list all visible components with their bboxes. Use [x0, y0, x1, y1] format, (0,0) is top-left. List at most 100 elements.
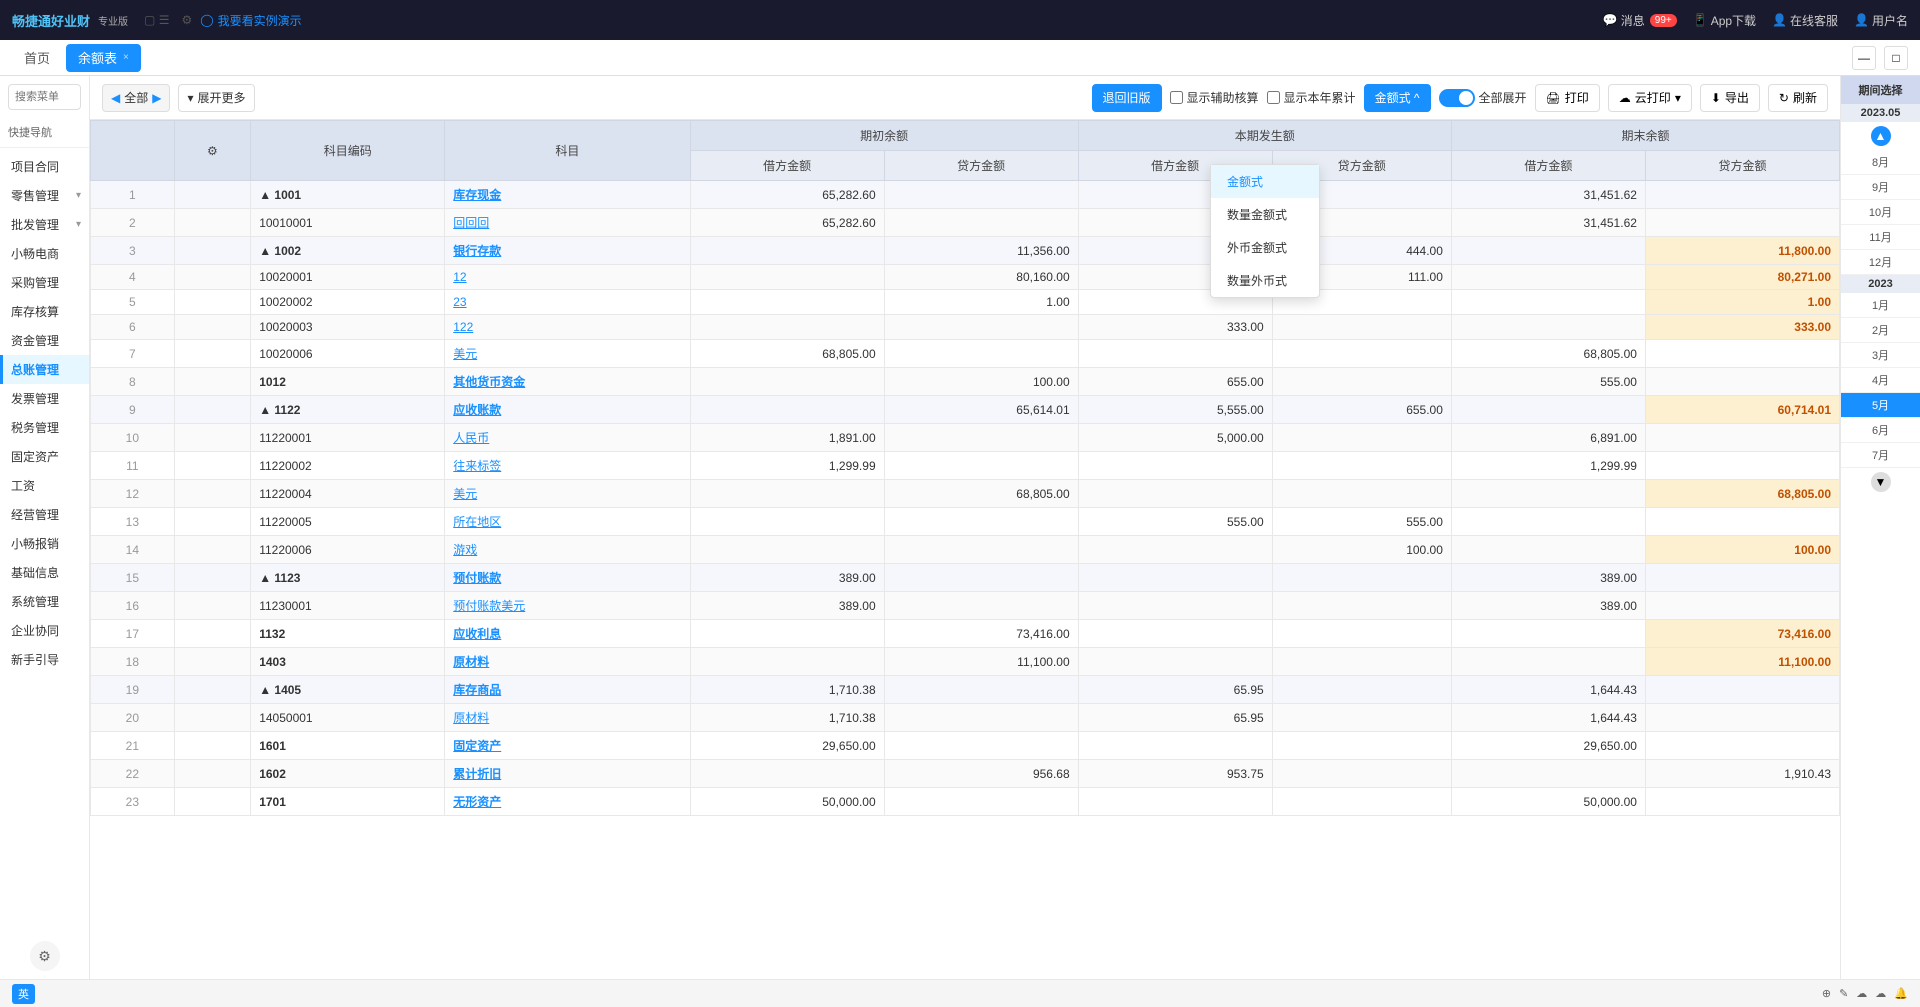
period-4[interactable]: 4月 — [1841, 368, 1920, 393]
account-name[interactable]: 银行存款 — [445, 237, 690, 265]
sidebar-item-tax[interactable]: 税务管理 — [0, 413, 89, 442]
sidebar-item-collab[interactable]: 企业协同 — [0, 616, 89, 645]
period-3[interactable]: 3月 — [1841, 343, 1920, 368]
status-cloud-icon[interactable]: ☁ — [1856, 987, 1867, 1000]
period-12[interactable]: 12月 — [1841, 250, 1920, 275]
account-code[interactable]: 1701 — [251, 788, 445, 816]
show-aux-checkbox[interactable]: 显示辅助核算 — [1170, 89, 1259, 106]
account-name[interactable]: 所在地区 — [445, 508, 690, 536]
demo-link[interactable]: ◯ 我要看实例演示 — [200, 12, 301, 29]
ytd-checkbox-input[interactable] — [1267, 91, 1280, 104]
account-code[interactable]: 11230001 — [251, 592, 445, 620]
account-name[interactable]: 预付账款美元 — [445, 592, 690, 620]
account-name[interactable]: 122 — [445, 315, 690, 340]
account-code[interactable]: 1403 — [251, 648, 445, 676]
account-name[interactable]: 12 — [445, 265, 690, 290]
account-name[interactable]: 23 — [445, 290, 690, 315]
account-name[interactable]: 人民币 — [445, 424, 690, 452]
sidebar-item-expense[interactable]: 小畅报销 — [0, 529, 89, 558]
all-filter-btn[interactable]: ◀ 全部 ▶ — [102, 84, 170, 112]
status-add-icon[interactable]: ⊕ — [1822, 987, 1831, 1000]
period-1[interactable]: 1月 — [1841, 293, 1920, 318]
settings-icon[interactable]: ⚙ — [181, 13, 192, 27]
status-bell-icon[interactable]: 🔔 — [1894, 987, 1908, 1000]
dropdown-item-amount[interactable]: 金额式 — [1211, 165, 1319, 198]
account-name[interactable]: 其他货币资金 — [445, 368, 690, 396]
status-cloud2-icon[interactable]: ☁ — [1875, 987, 1886, 1000]
account-code[interactable]: 1012 — [251, 368, 445, 396]
online-service-btn[interactable]: 👤 在线客服 — [1772, 12, 1838, 29]
period-8[interactable]: 8月 — [1841, 150, 1920, 175]
print-btn[interactable]: 🖨 打印 — [1535, 84, 1600, 112]
account-code[interactable]: 10020006 — [251, 340, 445, 368]
show-ytd-checkbox[interactable]: 显示本年累计 — [1267, 89, 1356, 106]
export-btn[interactable]: ⬇ 导出 — [1700, 84, 1760, 112]
period-6[interactable]: 6月 — [1841, 418, 1920, 443]
account-code[interactable]: 10010001 — [251, 209, 445, 237]
period-down-btn[interactable]: ▼ — [1871, 472, 1891, 492]
account-code[interactable]: 14050001 — [251, 704, 445, 732]
dropdown-item-qty-amount[interactable]: 数量金额式 — [1211, 198, 1319, 231]
sidebar-item-guide[interactable]: 新手引导 — [0, 645, 89, 674]
account-code[interactable]: 1132 — [251, 620, 445, 648]
account-code[interactable]: 11220004 — [251, 480, 445, 508]
account-name[interactable]: 美元 — [445, 480, 690, 508]
sidebar-item-inventory[interactable]: 库存核算 — [0, 297, 89, 326]
refresh-btn[interactable]: ↻ 刷新 — [1768, 84, 1828, 112]
sidebar-gear-icon[interactable]: ⚙ — [30, 941, 60, 971]
app-download-btn[interactable]: 📱 App下载 — [1693, 12, 1756, 29]
account-name[interactable]: 游戏 — [445, 536, 690, 564]
account-code[interactable]: 1602 — [251, 760, 445, 788]
account-code[interactable]: 11220006 — [251, 536, 445, 564]
account-code[interactable]: ▲ 1405 — [251, 676, 445, 704]
status-lang[interactable]: 英 — [12, 984, 35, 1004]
sidebar-item-project[interactable]: 项目合同 — [0, 152, 89, 181]
account-name[interactable]: 累计折旧 — [445, 760, 690, 788]
account-code[interactable]: ▲ 1002 — [251, 237, 445, 265]
period-2[interactable]: 2月 — [1841, 318, 1920, 343]
account-code[interactable]: 1601 — [251, 732, 445, 760]
account-code[interactable]: 10020002 — [251, 290, 445, 315]
toggle-control[interactable] — [1439, 89, 1475, 107]
cloud-print-btn[interactable]: ☁ 云打印 ▾ — [1608, 84, 1692, 112]
account-name[interactable]: 美元 — [445, 340, 690, 368]
tab-close-btn[interactable]: × — [123, 52, 129, 63]
account-code[interactable]: 11220005 — [251, 508, 445, 536]
account-name[interactable]: 固定资产 — [445, 732, 690, 760]
account-name[interactable]: 库存商品 — [445, 676, 690, 704]
sidebar-item-retail[interactable]: 零售管理 ▾ — [0, 181, 89, 210]
message-btn[interactable]: 💬 消息 99+ — [1603, 12, 1677, 29]
back-old-btn[interactable]: 退回旧版 — [1092, 84, 1162, 112]
period-10[interactable]: 10月 — [1841, 200, 1920, 225]
sidebar-item-purchase[interactable]: 采购管理 — [0, 268, 89, 297]
sidebar-item-fixed-assets[interactable]: 固定资产 — [0, 442, 89, 471]
account-code[interactable]: 11220001 — [251, 424, 445, 452]
sidebar-item-fund[interactable]: 资金管理 — [0, 326, 89, 355]
user-avatar[interactable]: 👤 用户名 — [1854, 12, 1908, 29]
tab-maximize-btn[interactable]: □ — [1884, 46, 1908, 70]
search-input[interactable] — [8, 84, 81, 110]
account-name[interactable]: 原材料 — [445, 648, 690, 676]
account-name[interactable]: 无形资产 — [445, 788, 690, 816]
sidebar-item-payroll[interactable]: 工资 — [0, 471, 89, 500]
expand-more-btn[interactable]: ▾ 展开更多 — [178, 84, 254, 112]
account-name[interactable]: 应收账款 — [445, 396, 690, 424]
account-code[interactable]: ▲ 1122 — [251, 396, 445, 424]
sidebar-item-ecommerce[interactable]: 小畅电商 — [0, 239, 89, 268]
tab-home[interactable]: 首页 — [12, 44, 62, 72]
expand-all-toggle[interactable]: 全部展开 — [1439, 89, 1527, 107]
sidebar-item-operations[interactable]: 经营管理 — [0, 500, 89, 529]
status-edit-icon[interactable]: ✎ — [1839, 987, 1848, 1000]
period-up-btn[interactable]: ▲ — [1871, 126, 1891, 146]
period-9[interactable]: 9月 — [1841, 175, 1920, 200]
account-name[interactable]: 库存现金 — [445, 181, 690, 209]
account-name[interactable]: 预付账款 — [445, 564, 690, 592]
account-code[interactable]: 10020003 — [251, 315, 445, 340]
account-code[interactable]: ▲ 1001 — [251, 181, 445, 209]
dropdown-item-qty-fx[interactable]: 数量外币式 — [1211, 264, 1319, 297]
account-name[interactable]: 往来标签 — [445, 452, 690, 480]
account-name[interactable]: 回回回 — [445, 209, 690, 237]
tab-balance[interactable]: 余额表 × — [66, 44, 141, 72]
account-name[interactable]: 应收利息 — [445, 620, 690, 648]
account-code[interactable]: 11220002 — [251, 452, 445, 480]
